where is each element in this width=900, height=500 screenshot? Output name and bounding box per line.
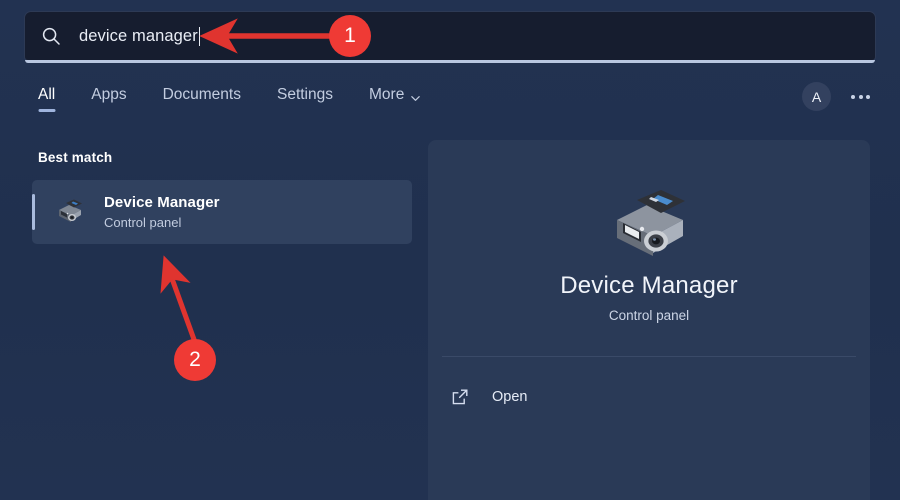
tab-documents-label: Documents: [163, 86, 241, 104]
search-input-value: device manager: [79, 27, 198, 46]
avatar-initial: A: [812, 89, 821, 105]
arrow-to-result: [166, 262, 196, 345]
ellipsis-dot: [851, 95, 855, 99]
open-external-icon: [450, 387, 470, 407]
avatar[interactable]: A: [802, 82, 831, 111]
search-focus-underline: [25, 60, 875, 63]
tab-all[interactable]: All: [34, 84, 59, 114]
search-bar[interactable]: device manager: [25, 12, 875, 60]
selection-accent-bar: [32, 194, 35, 230]
best-match-result[interactable]: Device Manager Control panel: [32, 180, 412, 244]
search-input[interactable]: device manager: [25, 12, 875, 60]
annotation-badge-2: 2: [174, 339, 216, 381]
device-manager-icon: [54, 197, 86, 227]
filter-tabs: All Apps Documents Settings More: [34, 84, 425, 114]
ellipsis-dot: [859, 95, 863, 99]
results-column: Best match: [32, 150, 412, 244]
tab-all-label: All: [38, 86, 55, 104]
tab-more[interactable]: More: [365, 84, 425, 114]
ellipsis-icon[interactable]: [849, 89, 872, 105]
detail-title: Device Manager: [428, 272, 870, 300]
tab-active-indicator: [38, 109, 55, 112]
device-manager-icon: [601, 182, 697, 262]
tab-settings-label: Settings: [277, 86, 333, 104]
search-icon: [41, 26, 61, 46]
detail-subtitle: Control panel: [428, 308, 870, 323]
tab-settings[interactable]: Settings: [273, 84, 337, 114]
open-action-label: Open: [492, 389, 527, 405]
best-match-label: Best match: [38, 150, 412, 165]
annotation-badge-1: 1: [329, 15, 371, 57]
open-action[interactable]: Open: [450, 380, 527, 414]
ellipsis-dot: [866, 95, 870, 99]
tab-more-label: More: [369, 86, 404, 104]
header-actions: A: [802, 82, 872, 111]
chevron-down-icon: [410, 91, 421, 102]
result-title: Device Manager: [104, 193, 220, 213]
tab-documents[interactable]: Documents: [159, 84, 245, 114]
tab-apps[interactable]: Apps: [87, 84, 130, 114]
result-text: Device Manager Control panel: [104, 193, 220, 232]
detail-panel: Device Manager Control panel Open: [428, 140, 870, 500]
result-subtitle: Control panel: [104, 214, 220, 231]
tab-apps-label: Apps: [91, 86, 126, 104]
detail-divider: [442, 356, 856, 357]
text-cursor: [199, 27, 200, 46]
search-overlay: device manager All Apps Documents Settin…: [0, 0, 900, 500]
